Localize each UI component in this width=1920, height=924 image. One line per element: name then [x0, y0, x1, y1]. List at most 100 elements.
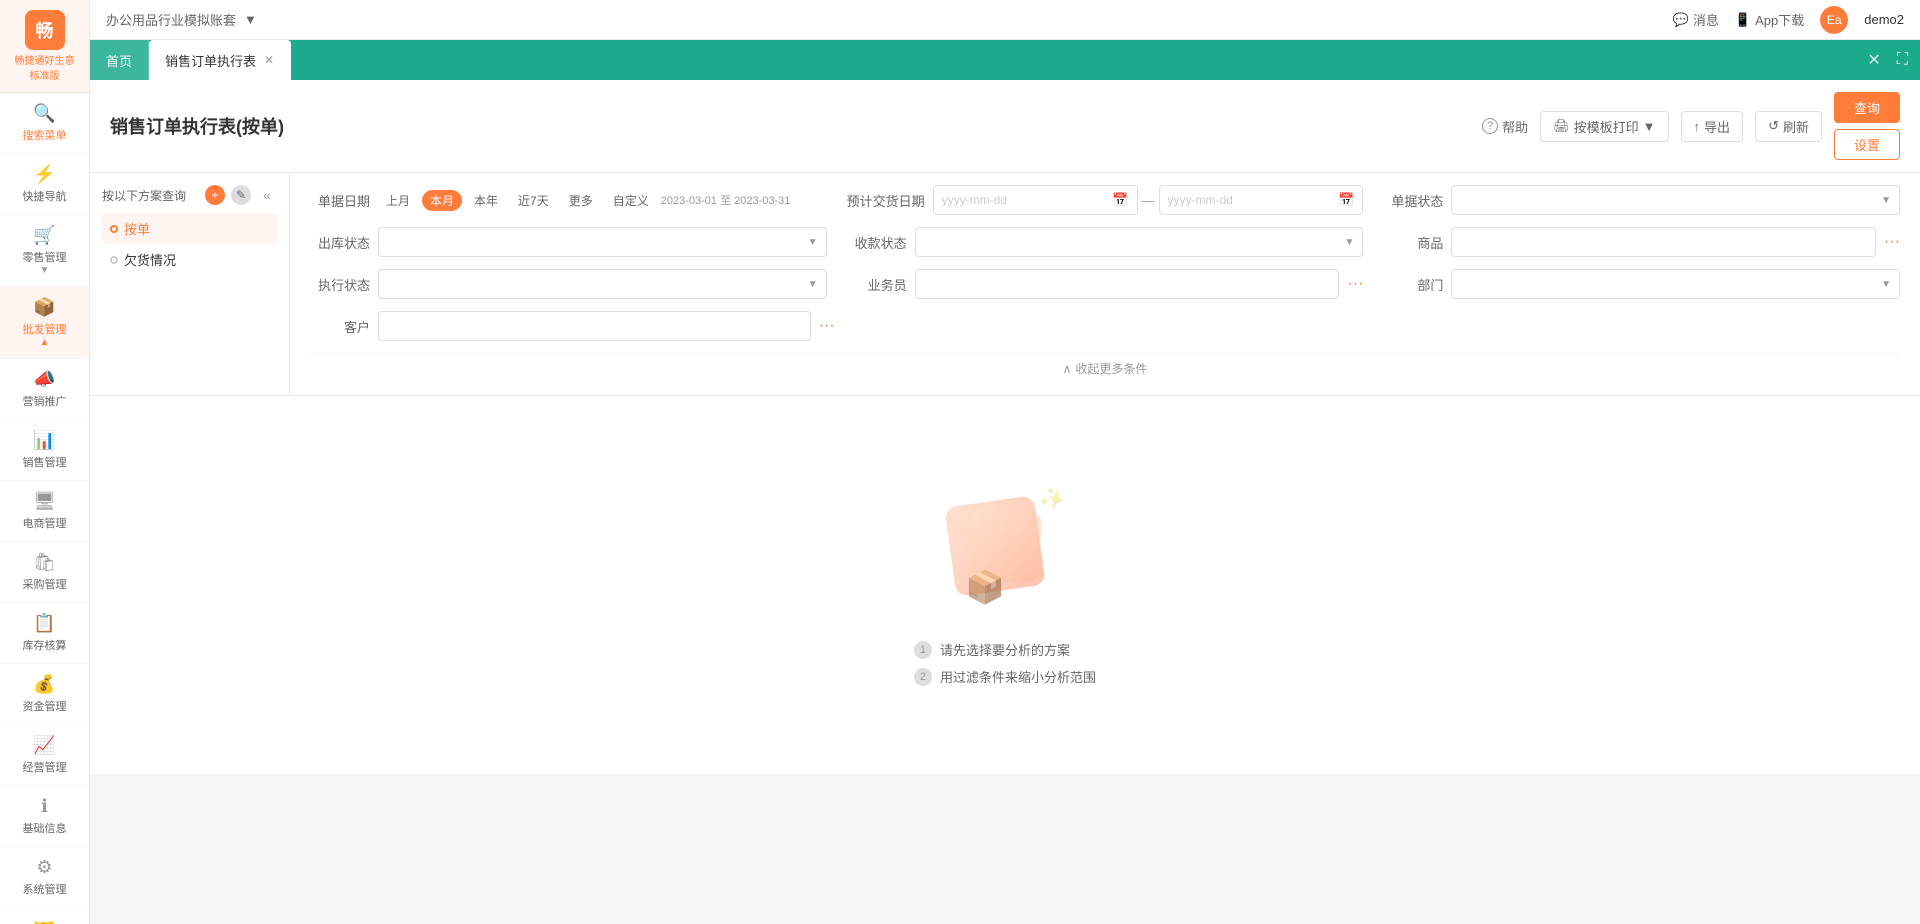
wholesale-icon: 📦: [33, 297, 55, 318]
collapse-more-conditions[interactable]: ∧ 收起更多条件: [310, 353, 1900, 383]
message-action[interactable]: 💬 消息: [1673, 10, 1719, 29]
message-icon: 💬: [1673, 12, 1689, 28]
sidebar-item-quick-nav[interactable]: ⚡ 快捷导航: [0, 154, 89, 215]
filter-field-customer: 客户 ···: [310, 311, 835, 341]
tabbar: 首页 销售订单执行表 ✕ ✕ ⛶: [90, 40, 1920, 80]
sidebar-item-ecommerce[interactable]: 🖥 电商管理: [0, 481, 89, 542]
filter-field-salesperson: 业务员 ···: [847, 269, 1364, 299]
delivery-status-select[interactable]: ▼: [378, 227, 827, 257]
empty-sparkle-icon: ✨: [1037, 483, 1068, 514]
tab-close-all-button[interactable]: ✕: [1863, 46, 1884, 74]
filter-menu-by-order[interactable]: 按单: [102, 213, 277, 244]
sidebar-item-system[interactable]: ⚙ 系统管理: [0, 847, 89, 908]
product-input[interactable]: [1451, 227, 1876, 257]
expected-date-end[interactable]: yyyy-mm-dd 📅: [1159, 185, 1364, 215]
query-button[interactable]: 查询: [1834, 92, 1900, 123]
date-tag-more[interactable]: 更多: [561, 190, 601, 211]
sidebar-item-enterprise[interactable]: 🤝 企业协同: [0, 908, 89, 924]
product-label: 商品: [1383, 233, 1443, 252]
department-dropdown-icon: ▼: [1881, 279, 1891, 290]
filter-row-4: 客户 ···: [310, 311, 1900, 341]
expected-date-start[interactable]: yyyy-mm-dd 📅: [933, 185, 1138, 215]
customer-label: 客户: [310, 317, 370, 336]
order-status-label: 单据状态: [1383, 191, 1443, 210]
customer-input[interactable]: [378, 311, 811, 341]
sidebar-item-finance[interactable]: 💰 资金管理: [0, 664, 89, 725]
date-tag-year[interactable]: 本年: [466, 190, 506, 211]
date-tag-current[interactable]: 本月: [422, 190, 462, 211]
sidebar-item-search[interactable]: 🔍 搜索菜单: [0, 93, 89, 154]
hint-num-2: 2: [914, 668, 932, 686]
topbar-dropdown[interactable]: ▼: [244, 12, 257, 27]
sidebar-item-sales[interactable]: 📊 销售管理: [0, 420, 89, 481]
tab-fullscreen-button[interactable]: ⛶: [1893, 47, 1912, 73]
execution-status-select[interactable]: ▼: [378, 269, 827, 299]
sidebar-item-retail[interactable]: 🛒 零售管理 ▼: [0, 215, 89, 287]
expected-date-label: 预计交货日期: [847, 191, 925, 210]
department-select[interactable]: ▼: [1451, 269, 1900, 299]
sidebar-item-operations[interactable]: 📈 经营管理: [0, 725, 89, 786]
sales-icon: 📊: [33, 430, 55, 451]
collapse-arrow-icon: ∧: [1063, 362, 1072, 376]
tabbar-actions: ✕ ⛶: [1855, 40, 1920, 80]
page-title: 销售订单执行表(按单): [110, 113, 284, 139]
filter-field-product: 商品 ···: [1383, 227, 1900, 257]
sidebar-logo: 畅 畅捷通好生意标准版: [0, 0, 89, 93]
add-scheme-button[interactable]: +: [205, 185, 225, 205]
tab-sales-order[interactable]: 销售订单执行表 ✕: [149, 40, 291, 80]
date-tag-prev[interactable]: 上月: [378, 190, 418, 211]
app-download-action[interactable]: 📱 App下载: [1735, 10, 1804, 29]
hint-num-1: 1: [914, 641, 932, 659]
filter-right: 单据日期 上月 本月 本年 近7天 更多 自定义 2023-03-01 至 20…: [290, 173, 1920, 395]
help-action[interactable]: ? 帮助: [1482, 117, 1528, 136]
date-range-text: 2023-03-01 至 2023-03-31: [661, 192, 791, 208]
empty-box-icon: 📦: [965, 568, 1005, 606]
basic-icon: ℹ: [41, 796, 48, 817]
topbar-title: 办公用品行业模拟账套: [106, 10, 236, 29]
settings-button[interactable]: 设置: [1834, 129, 1900, 160]
filter-row-3: 执行状态 ▼ 业务员 ··· 部门: [310, 269, 1900, 299]
help-label: 帮助: [1502, 117, 1528, 136]
username[interactable]: demo2: [1864, 12, 1904, 27]
order-status-dropdown-icon: ▼: [1881, 195, 1891, 206]
sidebar-item-purchase[interactable]: 🛍 采购管理: [0, 542, 89, 603]
sidebar-item-inventory[interactable]: 📋 库存核算: [0, 603, 89, 664]
filter-row-2: 出库状态 ▼ 收款状态 ▼ 商品: [310, 227, 1900, 257]
date-tag-7days[interactable]: 近7天: [510, 190, 557, 211]
filter-row-1: 单据日期 上月 本月 本年 近7天 更多 自定义 2023-03-01 至 20…: [310, 185, 1900, 215]
enterprise-icon: 🤝: [33, 918, 55, 924]
finance-icon: 💰: [33, 674, 55, 695]
sidebar-item-wholesale[interactable]: 📦 批发管理 ▲: [0, 287, 89, 359]
product-more-icon[interactable]: ···: [1884, 233, 1900, 251]
avatar[interactable]: Ea: [1820, 6, 1848, 34]
filter-menu-by-debt[interactable]: 欠货情况: [102, 244, 277, 275]
refresh-button[interactable]: ↺ 刷新: [1755, 111, 1822, 142]
delivery-status-label: 出库状态: [310, 233, 370, 252]
order-status-select[interactable]: ▼: [1451, 185, 1900, 215]
page-actions: ? 帮助 🖨 按模板打印 ▼ ↑ 导出 ↺ 刷新 查询: [1482, 92, 1900, 160]
template-print-button[interactable]: 🖨 按模板打印 ▼: [1540, 111, 1668, 142]
customer-more-icon[interactable]: ···: [819, 317, 835, 335]
salesperson-input[interactable]: [915, 269, 1340, 299]
payment-status-select[interactable]: ▼: [915, 227, 1364, 257]
topbar-right: 💬 消息 📱 App下载 Ea demo2: [1673, 6, 1904, 34]
filter-left-actions: + ✎ «: [205, 185, 277, 205]
collapse-scheme-button[interactable]: «: [257, 185, 277, 205]
edit-scheme-button[interactable]: ✎: [231, 185, 251, 205]
filter-left-title: 按以下方案查询 + ✎ «: [102, 185, 277, 205]
calendar-icon-start: 📅: [1112, 192, 1128, 208]
message-label: 消息: [1693, 10, 1719, 29]
filter-panel: 按以下方案查询 + ✎ « 按单 欠货情况: [90, 173, 1920, 396]
filter-field-payment: 收款状态 ▼: [847, 227, 1364, 257]
export-button[interactable]: ↑ 导出: [1681, 111, 1744, 142]
salesperson-more-icon[interactable]: ···: [1347, 275, 1363, 293]
delivery-dropdown-icon: ▼: [808, 237, 818, 248]
date-tag-custom[interactable]: 自定义: [605, 190, 657, 211]
sidebar-item-basic[interactable]: ℹ 基础信息: [0, 786, 89, 847]
filter-field-delivery: 出库状态 ▼: [310, 227, 827, 257]
tab-close-icon[interactable]: ✕: [264, 53, 274, 67]
inactive-dot-icon: [110, 256, 118, 264]
filter-field-department: 部门 ▼: [1383, 269, 1900, 299]
tab-home[interactable]: 首页: [90, 40, 149, 80]
sidebar-item-marketing[interactable]: 📣 营销推广: [0, 359, 89, 420]
